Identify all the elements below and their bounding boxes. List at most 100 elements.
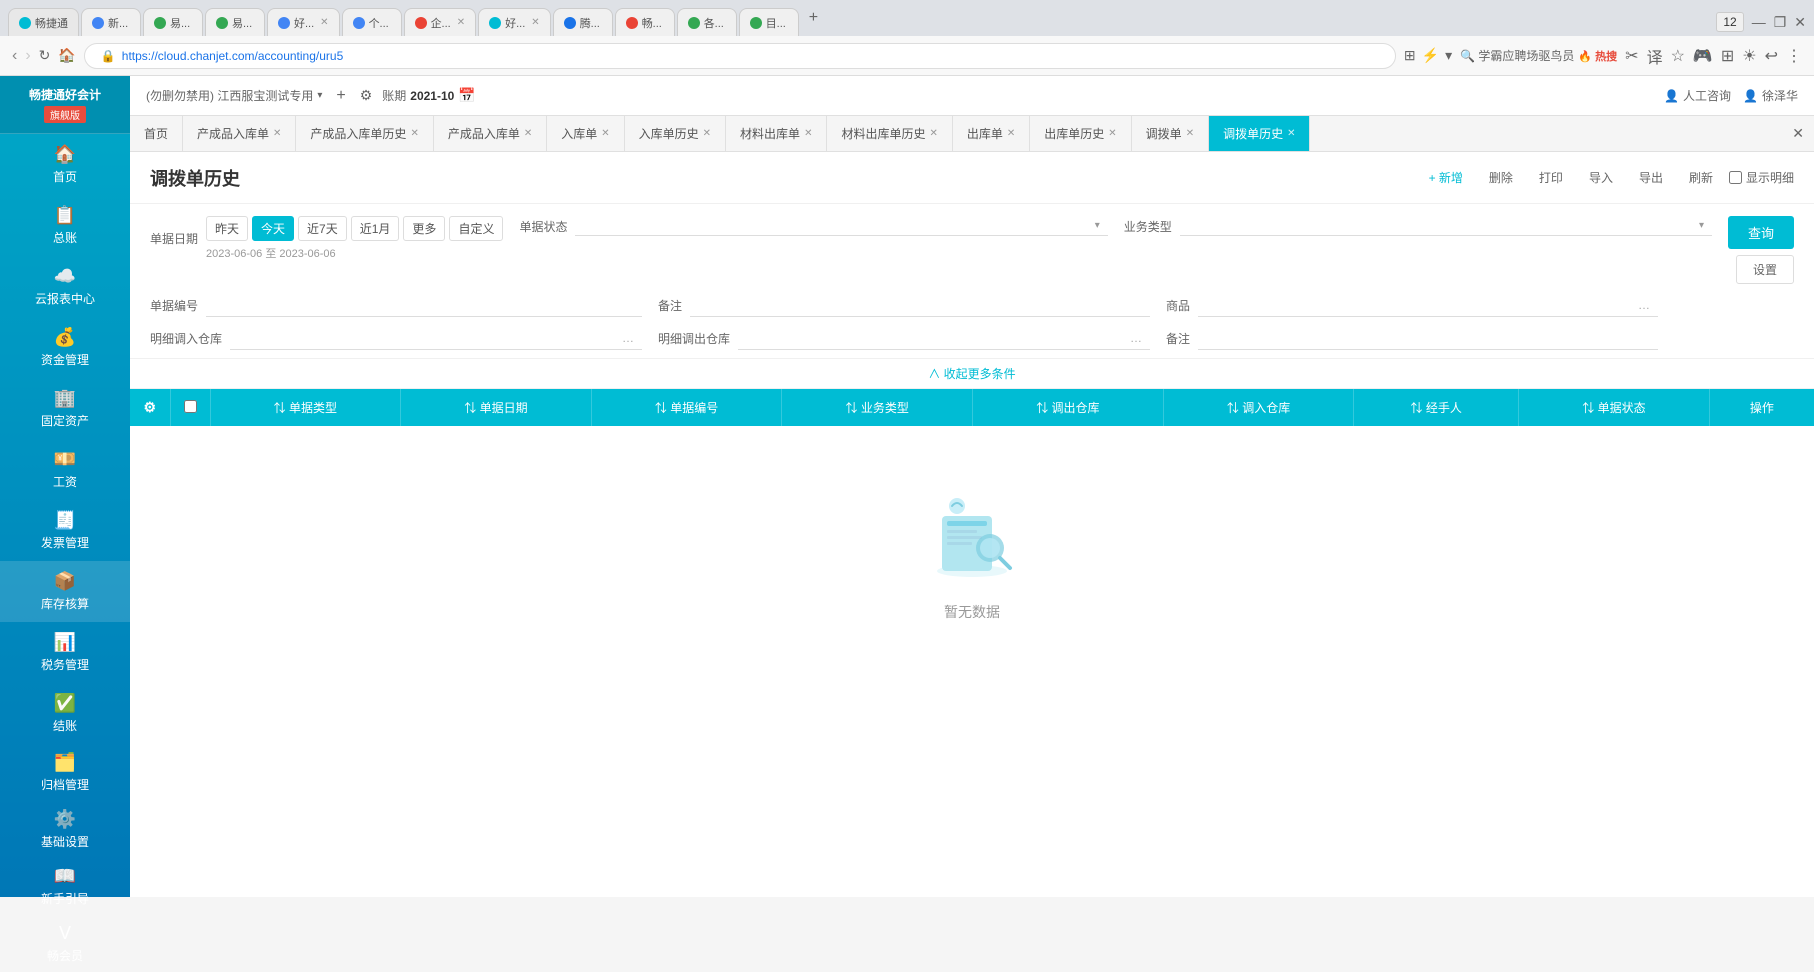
sidebar-item-ledger[interactable]: 📋 总账 <box>0 195 130 256</box>
status-select[interactable]: ▾ <box>575 216 1107 236</box>
goods-input[interactable] <box>1206 298 1638 312</box>
minimize-button[interactable]: — <box>1752 14 1766 30</box>
tab-close-transfer[interactable]: ✕ <box>1186 128 1194 139</box>
sidebar-item-invoice[interactable]: 🧾 发票管理 <box>0 500 130 561</box>
tab-close-inbound-history[interactable]: ✕ <box>703 128 711 139</box>
browser-tab-8[interactable]: 好... ✕ <box>478 8 551 36</box>
tab-close-product-inbound-history[interactable]: ✕ <box>410 128 418 139</box>
th-doc-type[interactable]: ⇅ 单据类型 <box>210 389 401 426</box>
browser-tab-1[interactable]: 畅捷通 <box>8 8 79 36</box>
tab-close-7[interactable]: ✕ <box>457 17 465 28</box>
warehouse-out-input[interactable] <box>746 331 1130 345</box>
tab-home[interactable]: 首页 <box>130 116 183 152</box>
extensions-icon[interactable]: ⊞ <box>1404 47 1416 64</box>
th-operator[interactable]: ⇅ 经手人 <box>1354 389 1519 426</box>
select-all-checkbox[interactable] <box>184 400 197 413</box>
tab-material-outbound-history[interactable]: 材料出库单历史 ✕ <box>827 116 952 152</box>
sidebar-item-guide[interactable]: 📖 新手引导 <box>0 858 130 915</box>
sidebar-item-settings[interactable]: ⚙️ 基础设置 <box>0 801 130 858</box>
support-button[interactable]: 👤 人工咨询 <box>1664 87 1731 104</box>
th-warehouse-out[interactable]: ⇅ 调出仓库 <box>973 389 1164 426</box>
tab-product-inbound2[interactable]: 产成品入库单 ✕ <box>434 116 547 152</box>
th-business-type[interactable]: ⇅ 业务类型 <box>782 389 973 426</box>
note-input[interactable] <box>690 294 1150 317</box>
sidebar-item-closing[interactable]: ✅ 结账 <box>0 683 130 744</box>
column-settings-icon[interactable]: ⚙ <box>143 399 156 415</box>
sidebar-item-tax[interactable]: 📊 税务管理 <box>0 622 130 683</box>
query-button[interactable]: 查询 <box>1728 216 1794 249</box>
refresh-data-button[interactable]: 刷新 <box>1679 164 1723 191</box>
sidebar-item-reports[interactable]: ☁️ 云报表中心 <box>0 256 130 317</box>
star-icon[interactable]: ☆ <box>1671 46 1685 66</box>
th-doc-number[interactable]: ⇅ 单据编号 <box>591 389 782 426</box>
tab-close-5[interactable]: ✕ <box>320 17 328 28</box>
import-button[interactable]: 导入 <box>1579 164 1623 191</box>
grid-icon[interactable]: ⊞ <box>1721 46 1734 66</box>
sidebar-item-inventory[interactable]: 📦 库存核算 <box>0 561 130 622</box>
tab-outbound-history[interactable]: 出库单历史 ✕ <box>1030 116 1131 152</box>
sidebar-item-archive[interactable]: 🗂️ 归档管理 <box>0 744 130 801</box>
sidebar-item-payroll[interactable]: 💴 工资 <box>0 439 130 500</box>
add-company-button[interactable]: + <box>332 87 349 105</box>
sidebar-item-assets[interactable]: 🏢 固定资产 <box>0 378 130 439</box>
browser-tab-10[interactable]: 畅... <box>615 8 675 36</box>
th-checkbox[interactable] <box>170 389 210 426</box>
doc-number-input[interactable] <box>206 294 642 317</box>
warehouse-in-input[interactable] <box>238 331 622 345</box>
print-button[interactable]: 打印 <box>1529 164 1573 191</box>
date-custom-btn[interactable]: 自定义 <box>449 216 503 241</box>
tab-product-inbound-history[interactable]: 产成品入库单历史 ✕ <box>296 116 433 152</box>
forward-button[interactable]: › <box>25 47 30 65</box>
date-7days-btn[interactable]: 近7天 <box>298 216 347 241</box>
browser-tab-12[interactable]: 目... <box>739 8 799 36</box>
browser-tab-3[interactable]: 易... <box>143 8 203 36</box>
new-tab-button[interactable]: + <box>801 4 826 32</box>
display-detail-checkbox[interactable]: 显示明细 <box>1729 169 1794 186</box>
address-bar[interactable]: 🔒 https://cloud.chanjet.com/accounting/u… <box>84 43 1396 69</box>
new-button[interactable]: + 新增 <box>1419 164 1473 191</box>
th-doc-date[interactable]: ⇅ 单据日期 <box>401 389 592 426</box>
th-warehouse-in[interactable]: ⇅ 调入仓库 <box>1163 389 1354 426</box>
tab-close-transfer-history[interactable]: ✕ <box>1287 128 1295 139</box>
browser-tab-9[interactable]: 腾... <box>553 8 613 36</box>
tab-close-outbound-history[interactable]: ✕ <box>1108 128 1116 139</box>
refresh-browser-button[interactable]: ↻ <box>39 47 51 64</box>
translate-icon[interactable]: 译 <box>1647 44 1663 68</box>
browser-tab-7[interactable]: 企... ✕ <box>404 8 477 36</box>
business-type-select[interactable]: ▾ <box>1180 216 1712 236</box>
game-icon[interactable]: 🎮 <box>1693 46 1713 66</box>
company-selector[interactable]: (勿删勿禁用) 江西服宝测试专用 ▾ <box>146 87 322 104</box>
browser-tab-4[interactable]: 易... <box>205 8 265 36</box>
tab-inbound-history[interactable]: 入库单历史 ✕ <box>625 116 726 152</box>
tab-material-outbound[interactable]: 材料出库单 ✕ <box>726 116 827 152</box>
gear-button[interactable]: ⚙ <box>360 87 373 104</box>
close-button[interactable]: ✕ <box>1794 14 1806 31</box>
tab-close-8[interactable]: ✕ <box>531 17 539 28</box>
tab-close-product-inbound2[interactable]: ✕ <box>524 128 532 139</box>
browser-tab-11[interactable]: 各... <box>677 8 737 36</box>
lightning-icon[interactable]: ⚡ <box>1422 47 1439 64</box>
warehouse-out-more-icon[interactable]: … <box>1130 331 1142 345</box>
browser-tab-2[interactable]: 新... <box>81 8 141 36</box>
tab-transfer[interactable]: 调拨单 ✕ <box>1132 116 1209 152</box>
sidebar-item-member[interactable]: V 畅会员 <box>0 915 130 972</box>
date-yesterday-btn[interactable]: 昨天 <box>206 216 248 241</box>
brightness-icon[interactable]: ☀ <box>1742 46 1756 66</box>
scissors-icon[interactable]: ✂ <box>1625 46 1638 66</box>
tab-close-material-outbound[interactable]: ✕ <box>804 128 812 139</box>
user-avatar[interactable]: 👤 徐泽华 <box>1743 87 1798 104</box>
export-button[interactable]: 导出 <box>1629 164 1673 191</box>
date-today-btn[interactable]: 今天 <box>252 216 294 241</box>
tab-outbound[interactable]: 出库单 ✕ <box>953 116 1030 152</box>
menu-expand-icon[interactable]: ▾ <box>1445 47 1452 64</box>
tab-panel-close[interactable]: ✕ <box>1782 117 1814 150</box>
tab-close-outbound[interactable]: ✕ <box>1007 128 1015 139</box>
calendar-icon[interactable]: 📅 <box>458 87 475 104</box>
collapse-bar[interactable]: ∧ 收起更多条件 <box>130 358 1814 389</box>
th-gear[interactable]: ⚙ <box>130 389 170 426</box>
tab-close-inbound[interactable]: ✕ <box>601 128 609 139</box>
tab-product-inbound[interactable]: 产成品入库单 ✕ <box>183 116 296 152</box>
browser-tab-5[interactable]: 好... ✕ <box>267 8 340 36</box>
date-1month-btn[interactable]: 近1月 <box>351 216 400 241</box>
delete-button[interactable]: 删除 <box>1479 164 1523 191</box>
